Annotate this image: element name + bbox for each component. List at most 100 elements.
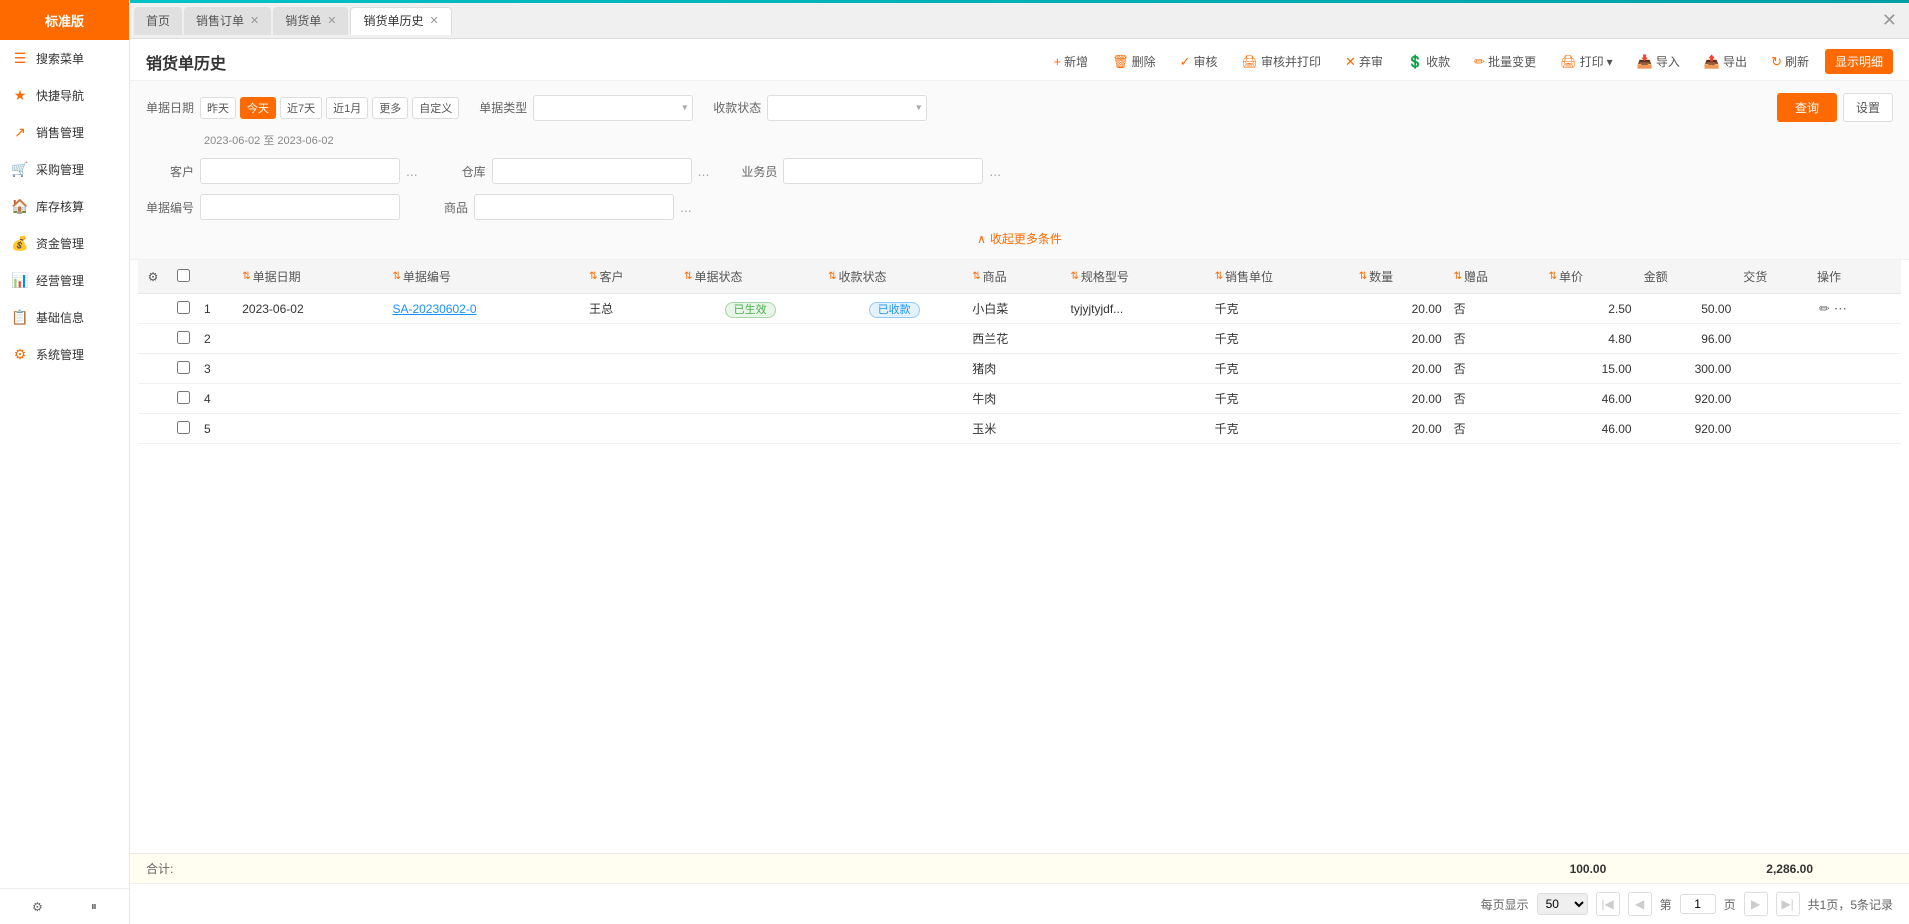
sidebar-item-purchase-mgmt[interactable]: 🛒 采购管理 xyxy=(0,151,129,188)
query-button[interactable]: 查询 xyxy=(1777,93,1837,122)
import-button[interactable]: 📥 导入 xyxy=(1629,49,1688,74)
th-collect-status[interactable]: ⇅收款状态 xyxy=(822,260,966,294)
row-checkbox-0[interactable] xyxy=(177,301,190,314)
warehouse-label: 仓库 xyxy=(438,163,486,180)
date-btn-7days[interactable]: 近7天 xyxy=(280,97,322,119)
sidebar-item-finance-mgmt[interactable]: 💰 资金管理 xyxy=(0,225,129,262)
row-check-cell[interactable] xyxy=(168,294,198,324)
tab-sales-history-close[interactable]: ✕ xyxy=(430,14,439,27)
row-collect-status xyxy=(822,384,966,414)
row-doc-no[interactable] xyxy=(386,384,583,414)
row-edit-icon[interactable]: ✏ xyxy=(1819,301,1830,316)
doc-no-link[interactable]: SA-20230602-0 xyxy=(392,302,476,316)
delete-button[interactable]: 🗑 删除 xyxy=(1104,49,1164,74)
discard-button[interactable]: ✕ 弃审 xyxy=(1337,49,1391,74)
th-unit-price[interactable]: ⇅单价 xyxy=(1543,260,1638,294)
tab-sales-history[interactable]: 销货单历史 ✕ xyxy=(350,7,451,35)
date-btn-yesterday[interactable]: 昨天 xyxy=(200,97,236,119)
staff-dots[interactable]: ... xyxy=(989,163,1001,179)
row-check-cell[interactable] xyxy=(168,324,198,354)
customer-dots[interactable]: ... xyxy=(406,163,418,179)
th-doc-no[interactable]: ⇅单据编号 xyxy=(386,260,583,294)
goods-input[interactable] xyxy=(474,194,674,220)
row-sales-unit: 千克 xyxy=(1209,294,1353,324)
tab-sales-order-close[interactable]: ✕ xyxy=(250,14,259,27)
row-check-cell[interactable] xyxy=(168,354,198,384)
audit-button[interactable]: ✓ 审核 xyxy=(1172,49,1226,74)
warehouse-dots[interactable]: ... xyxy=(698,163,710,179)
th-sales-unit[interactable]: ⇅销售单位 xyxy=(1209,260,1353,294)
th-doc-date[interactable]: ⇅单据日期 xyxy=(236,260,386,294)
row-customer xyxy=(583,384,678,414)
goods-dots[interactable]: ... xyxy=(680,199,692,215)
row-doc-no[interactable] xyxy=(386,324,583,354)
export-button[interactable]: 📤 导出 xyxy=(1696,49,1755,74)
first-page-button[interactable]: |◀ xyxy=(1596,892,1620,916)
sidebar-item-search-menu[interactable]: ☰ 搜索菜单 xyxy=(0,40,129,77)
row-checkbox-4[interactable] xyxy=(177,421,190,434)
collect-status-select[interactable] xyxy=(767,95,927,121)
sidebar-footer: ⚙ ⏸ xyxy=(0,888,129,924)
audit-print-button[interactable]: 🖨 审核并打印 xyxy=(1234,49,1330,74)
tab-sales-invoice[interactable]: 销货单 ✕ xyxy=(273,7,348,35)
collect-button[interactable]: 💲 收款 xyxy=(1399,49,1458,74)
row-doc-no[interactable]: SA-20230602-0 xyxy=(386,294,583,324)
collect-status-badge: 已收款 xyxy=(869,302,920,318)
row-check-cell[interactable] xyxy=(168,414,198,444)
date-btn-1month[interactable]: 近1月 xyxy=(326,97,368,119)
tab-home[interactable]: 首页 xyxy=(134,7,182,35)
next-page-button[interactable]: ▶ xyxy=(1744,892,1768,916)
sort-customer-icon: ⇅ xyxy=(589,271,597,282)
staff-input[interactable] xyxy=(783,158,983,184)
sidebar-item-sys-mgmt[interactable]: ⚙ 系统管理 xyxy=(0,336,129,373)
row-doc-no[interactable] xyxy=(386,414,583,444)
table-gear-icon[interactable]: ⚙ xyxy=(148,270,159,284)
prev-page-button[interactable]: ◀ xyxy=(1628,892,1652,916)
sidebar-item-sales-mgmt[interactable]: ↗ 销售管理 xyxy=(0,114,129,151)
date-btn-custom[interactable]: 自定义 xyxy=(412,97,459,119)
th-gear[interactable]: ⚙ xyxy=(138,260,168,294)
th-gift[interactable]: ⇅赠品 xyxy=(1448,260,1543,294)
tab-sales-invoice-close[interactable]: ✕ xyxy=(327,14,336,27)
settings-footer-icon[interactable]: ⚙ xyxy=(32,900,43,914)
data-table: ⚙ ⇅单据日期 ⇅单据编号 ⇅客户 ⇅单据状态 ⇅收款状态 ⇅商品 ⇅规格型号 … xyxy=(138,260,1901,444)
sidebar-item-quick-nav[interactable]: ★ 快捷导航 xyxy=(0,77,129,114)
sidebar-item-basic-info[interactable]: 📋 基础信息 xyxy=(0,299,129,336)
row-amount: 50.00 xyxy=(1638,294,1738,324)
doc-type-select[interactable] xyxy=(533,95,693,121)
th-spec-model[interactable]: ⇅规格型号 xyxy=(1065,260,1209,294)
th-quantity[interactable]: ⇅数量 xyxy=(1353,260,1448,294)
print-button[interactable]: 🖨 打印 ▾ xyxy=(1552,49,1621,74)
sidebar-item-ops-mgmt[interactable]: 📊 经营管理 xyxy=(0,262,129,299)
collapse-filter-button[interactable]: ∧ 收起更多条件 xyxy=(977,230,1062,247)
th-goods[interactable]: ⇅商品 xyxy=(966,260,1064,294)
row-check-cell[interactable] xyxy=(168,384,198,414)
pause-footer-icon[interactable]: ⏸ xyxy=(91,899,97,914)
select-all-checkbox[interactable] xyxy=(177,269,190,282)
show-detail-button[interactable]: 显示明细 xyxy=(1825,49,1893,74)
page-number-input[interactable] xyxy=(1680,894,1716,914)
last-page-button[interactable]: ▶| xyxy=(1776,892,1800,916)
th-customer[interactable]: ⇅客户 xyxy=(583,260,678,294)
batch-change-button[interactable]: ✏ 批量变更 xyxy=(1466,49,1544,74)
warehouse-input[interactable] xyxy=(492,158,692,184)
row-action xyxy=(1811,384,1901,414)
refresh-button[interactable]: ↻ 刷新 xyxy=(1763,49,1817,74)
page-size-select[interactable]: 50 100 200 xyxy=(1537,893,1588,915)
row-checkbox-3[interactable] xyxy=(177,391,190,404)
new-button[interactable]: + 新增 xyxy=(1045,49,1096,74)
date-btn-more[interactable]: 更多 xyxy=(372,97,408,119)
customer-input[interactable] xyxy=(200,158,400,184)
row-more-icon[interactable]: ⋯ xyxy=(1834,301,1847,316)
tab-sales-order[interactable]: 销售订单 ✕ xyxy=(184,7,271,35)
row-doc-no[interactable] xyxy=(386,354,583,384)
close-all-tabs[interactable]: ✕ xyxy=(1874,10,1905,31)
sidebar-item-inventory[interactable]: 🏠 库存核算 xyxy=(0,188,129,225)
row-checkbox-1[interactable] xyxy=(177,331,190,344)
filter-settings-button[interactable]: 设置 xyxy=(1843,93,1893,122)
row-checkbox-2[interactable] xyxy=(177,361,190,374)
th-doc-status[interactable]: ⇅单据状态 xyxy=(678,260,822,294)
date-btn-today[interactable]: 今天 xyxy=(240,97,276,119)
inventory-icon: 🏠 xyxy=(12,199,28,215)
doc-no-input[interactable] xyxy=(200,194,400,220)
